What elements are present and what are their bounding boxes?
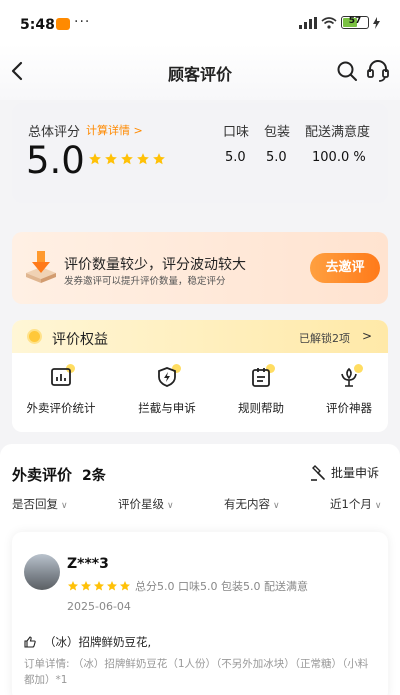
chevron-down-icon: ∨ [374, 501, 382, 511]
nav-header: 顾客评价 [0, 44, 400, 100]
star-icon [153, 153, 165, 165]
filter-star-rating[interactable]: 评价星级 ∨ [118, 496, 174, 512]
overall-score-value: 5.0 [26, 139, 85, 182]
liked-dish: （冰）招牌鲜奶豆花, [24, 634, 151, 650]
chevron-down-icon: ∨ [61, 501, 68, 511]
star-icon [120, 581, 130, 591]
gavel-icon [311, 464, 325, 481]
metric-delivery-value: 100.0 % [312, 150, 366, 165]
chevron-down-icon: ∨ [273, 501, 280, 511]
chart-icon [51, 368, 71, 386]
metric-taste-label: 口味 [223, 125, 250, 140]
batch-appeal-button[interactable]: 批量申诉 [310, 464, 379, 481]
filter-time-range[interactable]: 近1个月 ∨ [330, 496, 381, 512]
rights-item-label: 规则帮助 [238, 401, 284, 415]
more-notifications-icon: ··· [74, 14, 91, 30]
reviews-count: 2条 [82, 468, 106, 484]
rights-item-label: 外卖评价统计 [26, 401, 96, 415]
status-bar: 5:48 ··· 57 [0, 0, 400, 44]
coin-icon [27, 329, 42, 344]
star-icon [105, 153, 117, 165]
rights-item-tool[interactable]: 评价神器 [302, 364, 388, 416]
star-icon [89, 153, 101, 165]
reviews-title: 外卖评价 [12, 466, 73, 484]
status-time: 5:48 [20, 17, 55, 33]
review-score-summary: 总分5.0 口味5.0 包装5.0 配送满意 [135, 580, 308, 593]
metric-delivery-label: 配送满意度 [305, 125, 371, 140]
filter-reply-status[interactable]: 是否回复 ∨ [12, 496, 68, 512]
filter-has-content[interactable]: 有无内容 ∨ [224, 496, 280, 512]
overall-score-label: 总体评分 [28, 125, 81, 140]
filter-label: 近1个月 [330, 497, 372, 511]
star-icon [107, 581, 117, 591]
rights-unlocked-count: 已解锁2项 [299, 332, 350, 345]
box-download-icon [26, 251, 56, 283]
chevron-right-icon: > [362, 329, 373, 343]
promo-subtitle: 发券邀评可以提升评价数量，稳定评分 [64, 276, 226, 287]
clipboard-icon [252, 368, 270, 387]
promo-title: 评价数量较少，评分波动较大 [64, 257, 246, 273]
battery-icon: 57 [341, 16, 369, 29]
chevron-down-icon: ∨ [167, 501, 174, 511]
metric-packaging-label: 包装 [264, 125, 291, 140]
invite-review-banner: 评价数量较少，评分波动较大 发券邀评可以提升评价数量，稳定评分 去邀评 [12, 232, 388, 304]
rights-title: 评价权益 [52, 332, 108, 348]
status-indicators: 57 [299, 16, 380, 29]
review-card[interactable]: Z***3 总分5.0 口味5.0 包装5.0 配送满意 2025-06-04 … [12, 532, 388, 695]
signal-icon [299, 16, 317, 29]
battery-level: 57 [348, 16, 362, 26]
rights-item-appeal[interactable]: 拦截与申诉 [120, 364, 214, 416]
star-icon [121, 153, 133, 165]
star-icon [94, 581, 104, 591]
star-icon [137, 153, 149, 165]
order-detail: 订单详情: （冰）招牌鲜奶豆花（1人份）（不另外加冰块）（正常糖）（小料都加）*… [24, 658, 369, 686]
batch-appeal-label: 批量申诉 [331, 466, 380, 480]
wifi-icon [321, 16, 337, 29]
search-icon[interactable] [336, 60, 358, 82]
rights-item-label: 评价神器 [326, 401, 372, 415]
metric-packaging-value: 5.0 [266, 150, 287, 165]
liked-dish-name: （冰）招牌鲜奶豆花, [44, 635, 152, 649]
rights-item-stats[interactable]: 外卖评价统计 [14, 364, 108, 416]
review-star-rating [67, 580, 131, 592]
filter-label: 有无内容 [224, 497, 270, 511]
invite-review-button[interactable]: 去邀评 [310, 253, 380, 283]
reviews-panel: 外卖评价 2条 批量申诉 是否回复 ∨ 评价星级 ∨ 有无内容 ∨ 近1个月 ∨ Z**… [0, 444, 400, 695]
review-date: 2025-06-04 [67, 600, 131, 613]
overall-star-rating [88, 152, 166, 166]
calc-details-link[interactable]: 计算详情 > [86, 122, 143, 138]
filter-label: 是否回复 [12, 497, 58, 511]
reviewer-name: Z***3 [67, 556, 109, 572]
rights-item-label: 拦截与申诉 [138, 401, 196, 415]
star-icon [81, 581, 91, 591]
flower-icon [341, 367, 357, 387]
rights-header[interactable]: 评价权益 已解锁2项 > [12, 320, 388, 353]
star-icon [68, 581, 78, 591]
app-notification-icon [56, 18, 70, 30]
metric-taste-value: 5.0 [225, 150, 246, 165]
rights-item-rules[interactable]: 规则帮助 [214, 364, 308, 416]
charging-icon [373, 16, 380, 29]
shield-lightning-icon [158, 367, 176, 387]
avatar [24, 554, 60, 590]
review-rating-line: 总分5.0 口味5.0 包装5.0 配送满意 [67, 578, 308, 594]
customer-service-icon[interactable] [367, 59, 389, 83]
review-rights-card: 评价权益 已解锁2项 > 外卖评价统计 拦截与申诉 规则帮助 评价神器 [12, 320, 388, 432]
thumbs-up-icon [24, 636, 36, 648]
overall-score-card: 总体评分 计算详情 > 5.0 口味 包装 配送满意度 5.0 5.0 100.… [12, 103, 388, 203]
filter-label: 评价星级 [118, 497, 164, 511]
